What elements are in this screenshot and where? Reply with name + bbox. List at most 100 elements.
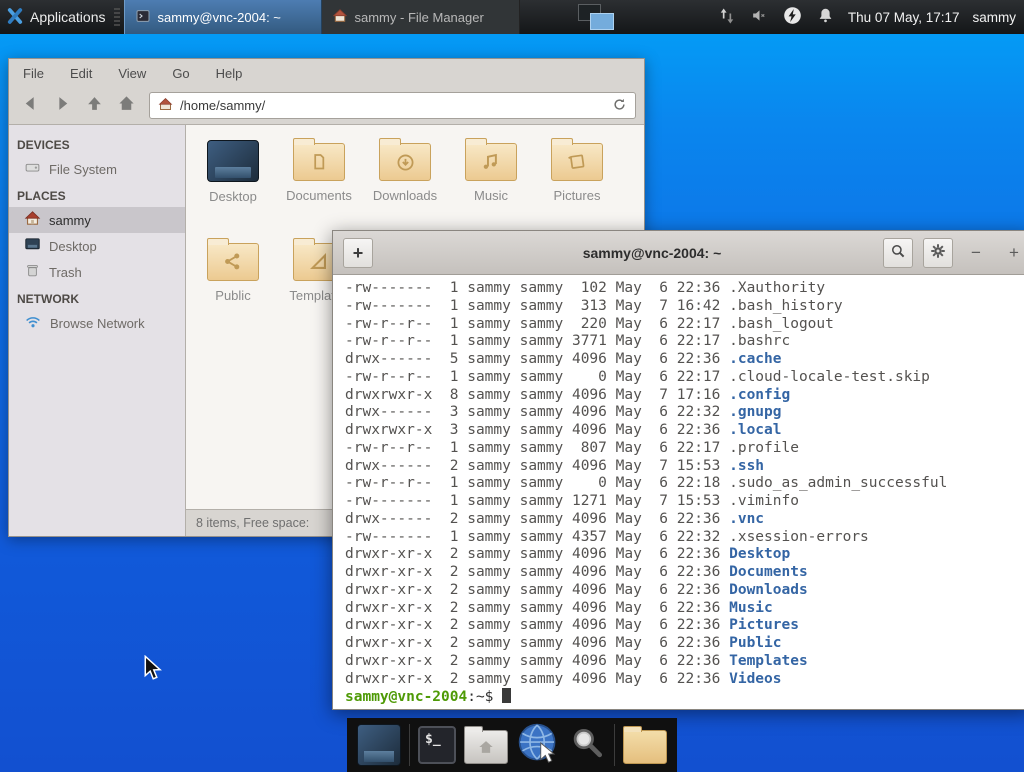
folder-pictures[interactable]: Pictures [534, 135, 620, 204]
share-glyph-icon [208, 244, 258, 280]
maximize-button[interactable]: + [1009, 231, 1019, 275]
file-name: .config [729, 387, 790, 403]
user-label[interactable]: sammy [973, 10, 1017, 25]
dock: $_ [347, 718, 677, 772]
terminal-line: drwxr-xr-x 2 sammy sammy 4096 May 6 22:3… [345, 653, 1024, 671]
file-permissions: drwxrwxr-x 3 sammy sammy 4096 May 6 22:3… [345, 422, 729, 438]
file-permissions: -rw------- 1 sammy sammy 4357 May 6 22:3… [345, 529, 729, 545]
sidebar-section-places: PLACES [9, 182, 185, 207]
desktop[interactable]: FileEditViewGoHelp /home/sammy/ DEVICESF… [0, 0, 1024, 772]
minimize-button[interactable]: − [971, 231, 981, 275]
file-name: Pictures [729, 617, 799, 633]
dock-show-desktop-button[interactable] [357, 724, 401, 766]
terminal-line: drwxr-xr-x 2 sammy sammy 4096 May 6 22:3… [345, 546, 1024, 564]
notifications-button[interactable] [816, 6, 835, 28]
sidebar-item-browse-network[interactable]: Browse Network [9, 310, 185, 336]
x-logo-icon [6, 7, 24, 28]
home-button[interactable] [113, 92, 140, 119]
dock-terminal-launcher-button[interactable]: $_ [418, 726, 456, 764]
sidebar-item-file-system[interactable]: File System [9, 156, 185, 182]
back-button[interactable] [17, 92, 44, 119]
terminal-line: -rw-r--r-- 1 sammy sammy 220 May 6 22:17… [345, 316, 1024, 334]
applications-label: Applications [30, 9, 106, 25]
file-permissions: -rw-r--r-- 1 sammy sammy 0 May 6 22:17 [345, 369, 729, 385]
workspace-2[interactable] [590, 13, 614, 30]
terminal-line: drwxr-xr-x 2 sammy sammy 4096 May 6 22:3… [345, 635, 1024, 653]
file-name: .cloud-locale-test.skip [729, 369, 930, 385]
search-button[interactable] [883, 238, 913, 268]
folder-public[interactable]: Public [190, 235, 276, 303]
menu-view[interactable]: View [118, 66, 146, 81]
network-traffic-button[interactable] [717, 6, 737, 29]
show-desktop-icon [357, 724, 401, 766]
up-button[interactable] [81, 92, 108, 119]
dock-file-manager-button[interactable] [623, 726, 667, 764]
reload-button[interactable] [612, 97, 627, 115]
terminal-titlebar[interactable]: + sammy@vnc-2004: ~ − + [333, 231, 1024, 275]
terminal-line: drwx------ 2 sammy sammy 4096 May 6 22:3… [345, 511, 1024, 529]
dock-app-finder-button[interactable] [568, 724, 606, 767]
app-finder-icon [568, 724, 606, 767]
folder-desktop[interactable]: Desktop [190, 135, 276, 204]
file-name: .viminfo [729, 493, 799, 509]
dock-home-folder-button[interactable] [464, 726, 508, 764]
search-icon [889, 242, 907, 265]
menu-edit[interactable]: Edit [70, 66, 92, 81]
network-traffic-icon [717, 6, 737, 29]
terminal-task-icon [135, 8, 151, 27]
folder-label: Music [474, 188, 508, 203]
folder-icon [465, 143, 517, 181]
power-manager-icon [782, 5, 803, 29]
terminal-line: drwx------ 5 sammy sammy 4096 May 6 22:3… [345, 351, 1024, 369]
file-permissions: drwx------ 3 sammy sammy 4096 May 6 22:3… [345, 404, 729, 420]
path-bar[interactable]: /home/sammy/ [149, 92, 636, 119]
terminal-line: drwxr-xr-x 2 sammy sammy 4096 May 6 22:3… [345, 600, 1024, 618]
sidebar-item-label: Trash [49, 265, 82, 280]
power-manager-button[interactable] [782, 5, 803, 29]
sidebar-item-desktop[interactable]: Desktop [9, 233, 185, 259]
sidebar-item-trash[interactable]: Trash [9, 259, 185, 285]
menu-go[interactable]: Go [172, 66, 189, 81]
file-permissions: drwxr-xr-x 2 sammy sammy 4096 May 6 22:3… [345, 582, 729, 598]
terminal-line: -rw------- 1 sammy sammy 4357 May 6 22:3… [345, 529, 1024, 547]
clock[interactable]: Thu 07 May, 17:17 [848, 10, 960, 25]
terminal-line: drwxr-xr-x 2 sammy sammy 4096 May 6 22:3… [345, 617, 1024, 635]
notifications-icon [816, 6, 835, 28]
terminal-line: -rw-r--r-- 1 sammy sammy 0 May 6 22:18 .… [345, 475, 1024, 493]
folder-label: Desktop [209, 189, 257, 204]
taskbar-button-1[interactable]: sammy@vnc-2004: ~ [124, 0, 322, 34]
trash-icon [24, 262, 41, 282]
taskbar-button-2[interactable]: sammy - File Manager [322, 0, 520, 34]
terminal-output[interactable]: -rw------- 1 sammy sammy 102 May 6 22:36… [333, 276, 1024, 709]
volume-muted-button[interactable] [750, 6, 769, 28]
applications-menu[interactable]: Applications [0, 0, 114, 34]
pictures-glyph-icon [552, 144, 602, 180]
terminal-line: -rw-r--r-- 1 sammy sammy 3771 May 6 22:1… [345, 333, 1024, 351]
folder-downloads[interactable]: Downloads [362, 135, 448, 204]
file-permissions: drwxrwxr-x 8 sammy sammy 4096 May 7 17:1… [345, 387, 729, 403]
file-permissions: -rw------- 1 sammy sammy 1271 May 7 15:5… [345, 493, 729, 509]
menu-file[interactable]: File [23, 66, 44, 81]
workspace-switcher[interactable] [578, 4, 616, 31]
dock-separator [614, 724, 615, 766]
dock-web-browser-button[interactable] [516, 721, 560, 770]
terminal-line: -rw------- 1 sammy sammy 102 May 6 22:36… [345, 280, 1024, 298]
folder-documents[interactable]: Documents [276, 135, 362, 204]
settings-button[interactable] [923, 238, 953, 268]
forward-button[interactable] [49, 92, 76, 119]
file-name: Templates [729, 653, 808, 669]
file-permissions: drwxr-xr-x 2 sammy sammy 4096 May 6 22:3… [345, 617, 729, 633]
gear-icon [929, 242, 947, 265]
file-manager-menubar: File Edit View Go Help [9, 59, 644, 87]
folder-icon [551, 143, 603, 181]
home-nav-icon [117, 94, 136, 118]
file-name: .vnc [729, 511, 764, 527]
terminal-line: -rw-r--r-- 1 sammy sammy 807 May 6 22:17… [345, 440, 1024, 458]
file-permissions: drwx------ 2 sammy sammy 4096 May 7 15:5… [345, 458, 729, 474]
file-name: .bash_logout [729, 316, 834, 332]
terminal-window[interactable]: + sammy@vnc-2004: ~ − + -rw------- 1 sam… [332, 230, 1024, 710]
menu-help[interactable]: Help [216, 66, 243, 81]
folder-music[interactable]: Music [448, 135, 534, 204]
sidebar-item-sammy[interactable]: sammy [9, 207, 185, 233]
file-name: .sudo_as_admin_successful [729, 475, 947, 491]
